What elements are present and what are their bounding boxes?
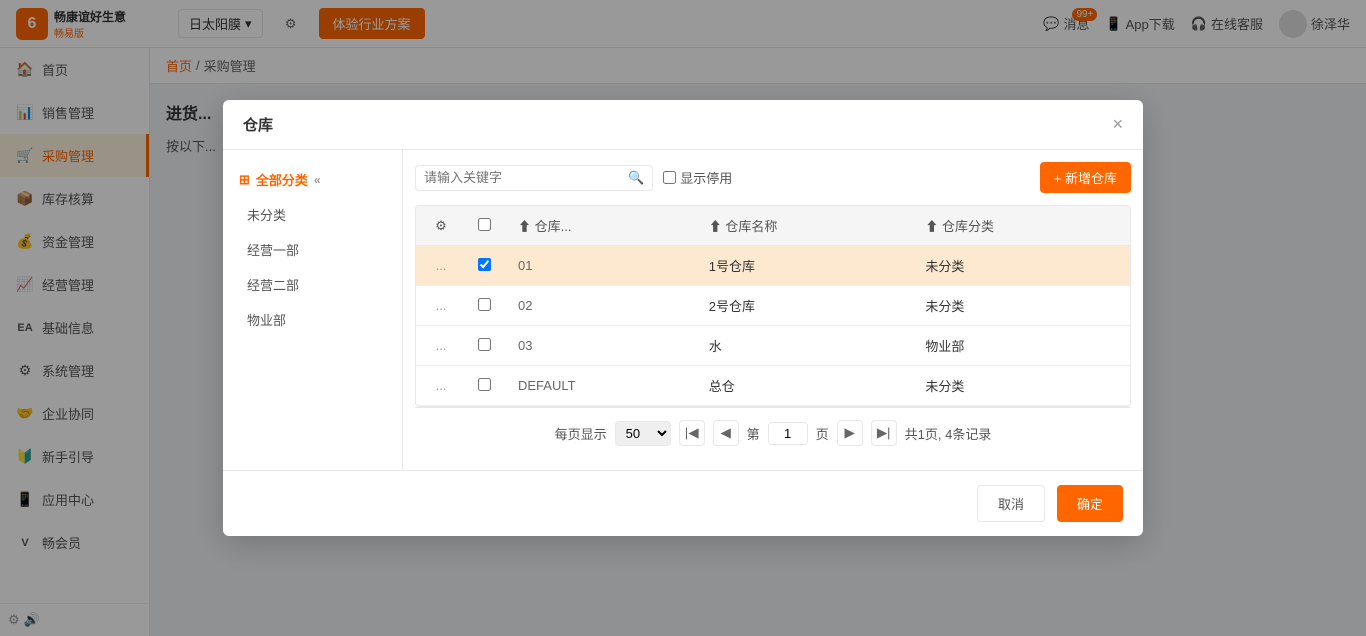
col-category: ⬆ 仓库分类 bbox=[913, 206, 1130, 246]
row-settings: ... bbox=[416, 286, 466, 326]
row-settings: ... bbox=[416, 366, 466, 406]
row-checkbox-cell bbox=[466, 246, 506, 286]
row-checkbox-cell bbox=[466, 286, 506, 326]
show-disabled-checkbox[interactable] bbox=[663, 171, 676, 184]
modal-footer: 取消 确定 bbox=[223, 470, 1143, 536]
col-settings: ⚙ bbox=[416, 206, 466, 246]
search-input[interactable] bbox=[424, 170, 624, 185]
warehouse-modal: 仓库 × ⊞ 全部分类 « 未分类 经营一部 经营二部 物业部 bbox=[223, 100, 1143, 536]
row-checkbox[interactable] bbox=[478, 258, 491, 271]
first-page-btn[interactable]: |◀ bbox=[679, 420, 705, 446]
search-input-wrap: 🔍 bbox=[415, 165, 653, 191]
col-checkbox bbox=[466, 206, 506, 246]
col-code: ⬆ 仓库... bbox=[506, 206, 697, 246]
row-settings-icon[interactable]: ... bbox=[436, 258, 447, 273]
table-row[interactable]: ... 03 水 物业部 bbox=[416, 326, 1130, 366]
collapse-icon[interactable]: « bbox=[314, 173, 321, 187]
pagination: 每页显示 50 100 |◀ ◀ 第 页 ▶ ▶| 共1页, 4条记录 bbox=[415, 407, 1131, 458]
table-row[interactable]: ... DEFAULT 总仓 未分类 bbox=[416, 366, 1130, 406]
row-checkbox-cell bbox=[466, 326, 506, 366]
row-name: 总仓 bbox=[697, 366, 914, 406]
table-row[interactable]: ... 01 1号仓库 未分类 bbox=[416, 246, 1130, 286]
prev-page-btn[interactable]: ◀ bbox=[713, 420, 739, 446]
row-name: 水 bbox=[697, 326, 914, 366]
row-settings: ... bbox=[416, 326, 466, 366]
row-code: 01 bbox=[506, 246, 697, 286]
row-settings: ... bbox=[416, 246, 466, 286]
add-warehouse-btn[interactable]: + 新增仓库 bbox=[1040, 162, 1131, 193]
modal-toolbar: 🔍 显示停用 + 新增仓库 bbox=[415, 162, 1131, 193]
row-code: 02 bbox=[506, 286, 697, 326]
modal-overlay: 仓库 × ⊞ 全部分类 « 未分类 经营一部 经营二部 物业部 bbox=[0, 0, 1366, 636]
total-info: 共1页, 4条记录 bbox=[905, 424, 992, 443]
modal-header: 仓库 × bbox=[223, 100, 1143, 150]
modal-sidebar-all[interactable]: ⊞ 全部分类 « bbox=[223, 162, 402, 197]
row-category: 未分类 bbox=[913, 286, 1130, 326]
table-header-row: ⚙ ⬆ 仓库... ⬆ 仓库名称 ⬆ 仓库分类 bbox=[416, 206, 1130, 246]
row-checkbox[interactable] bbox=[478, 298, 491, 311]
modal-title: 仓库 bbox=[243, 114, 273, 135]
modal-sidebar: ⊞ 全部分类 « 未分类 经营一部 经营二部 物业部 bbox=[223, 150, 403, 470]
row-name: 2号仓库 bbox=[697, 286, 914, 326]
row-settings-icon[interactable]: ... bbox=[436, 378, 447, 393]
search-icon[interactable]: 🔍 bbox=[628, 170, 644, 186]
cancel-btn[interactable]: 取消 bbox=[977, 485, 1045, 522]
modal-sidebar-item-3[interactable]: 物业部 bbox=[223, 302, 402, 337]
modal-sidebar-item-1[interactable]: 经营一部 bbox=[223, 232, 402, 267]
modal-sidebar-item-0[interactable]: 未分类 bbox=[223, 197, 402, 232]
warehouse-table: ⚙ ⬆ 仓库... ⬆ 仓库名称 ⬆ 仓库分类 bbox=[415, 205, 1131, 407]
row-checkbox[interactable] bbox=[478, 378, 491, 391]
row-code: 03 bbox=[506, 326, 697, 366]
modal-main: 🔍 显示停用 + 新增仓库 ⚙ bbox=[403, 150, 1143, 470]
page-size-select[interactable]: 50 100 bbox=[615, 421, 671, 446]
row-category: 未分类 bbox=[913, 246, 1130, 286]
table-row[interactable]: ... 02 2号仓库 未分类 bbox=[416, 286, 1130, 326]
modal-body: ⊞ 全部分类 « 未分类 经营一部 经营二部 物业部 🔍 bbox=[223, 150, 1143, 470]
confirm-btn[interactable]: 确定 bbox=[1057, 485, 1123, 522]
row-name: 1号仓库 bbox=[697, 246, 914, 286]
next-page-btn[interactable]: ▶ bbox=[837, 420, 863, 446]
show-disabled-label: 显示停用 bbox=[663, 168, 732, 187]
row-code: DEFAULT bbox=[506, 366, 697, 406]
row-settings-icon[interactable]: ... bbox=[436, 298, 447, 313]
row-checkbox[interactable] bbox=[478, 338, 491, 351]
row-settings-icon[interactable]: ... bbox=[436, 338, 447, 353]
last-page-btn[interactable]: ▶| bbox=[871, 420, 897, 446]
modal-sidebar-item-2[interactable]: 经营二部 bbox=[223, 267, 402, 302]
modal-close-btn[interactable]: × bbox=[1112, 114, 1123, 135]
page-input[interactable] bbox=[768, 422, 808, 445]
col-name: ⬆ 仓库名称 bbox=[697, 206, 914, 246]
row-category: 未分类 bbox=[913, 366, 1130, 406]
row-category: 物业部 bbox=[913, 326, 1130, 366]
select-all-checkbox[interactable] bbox=[478, 218, 491, 231]
row-checkbox-cell bbox=[466, 366, 506, 406]
